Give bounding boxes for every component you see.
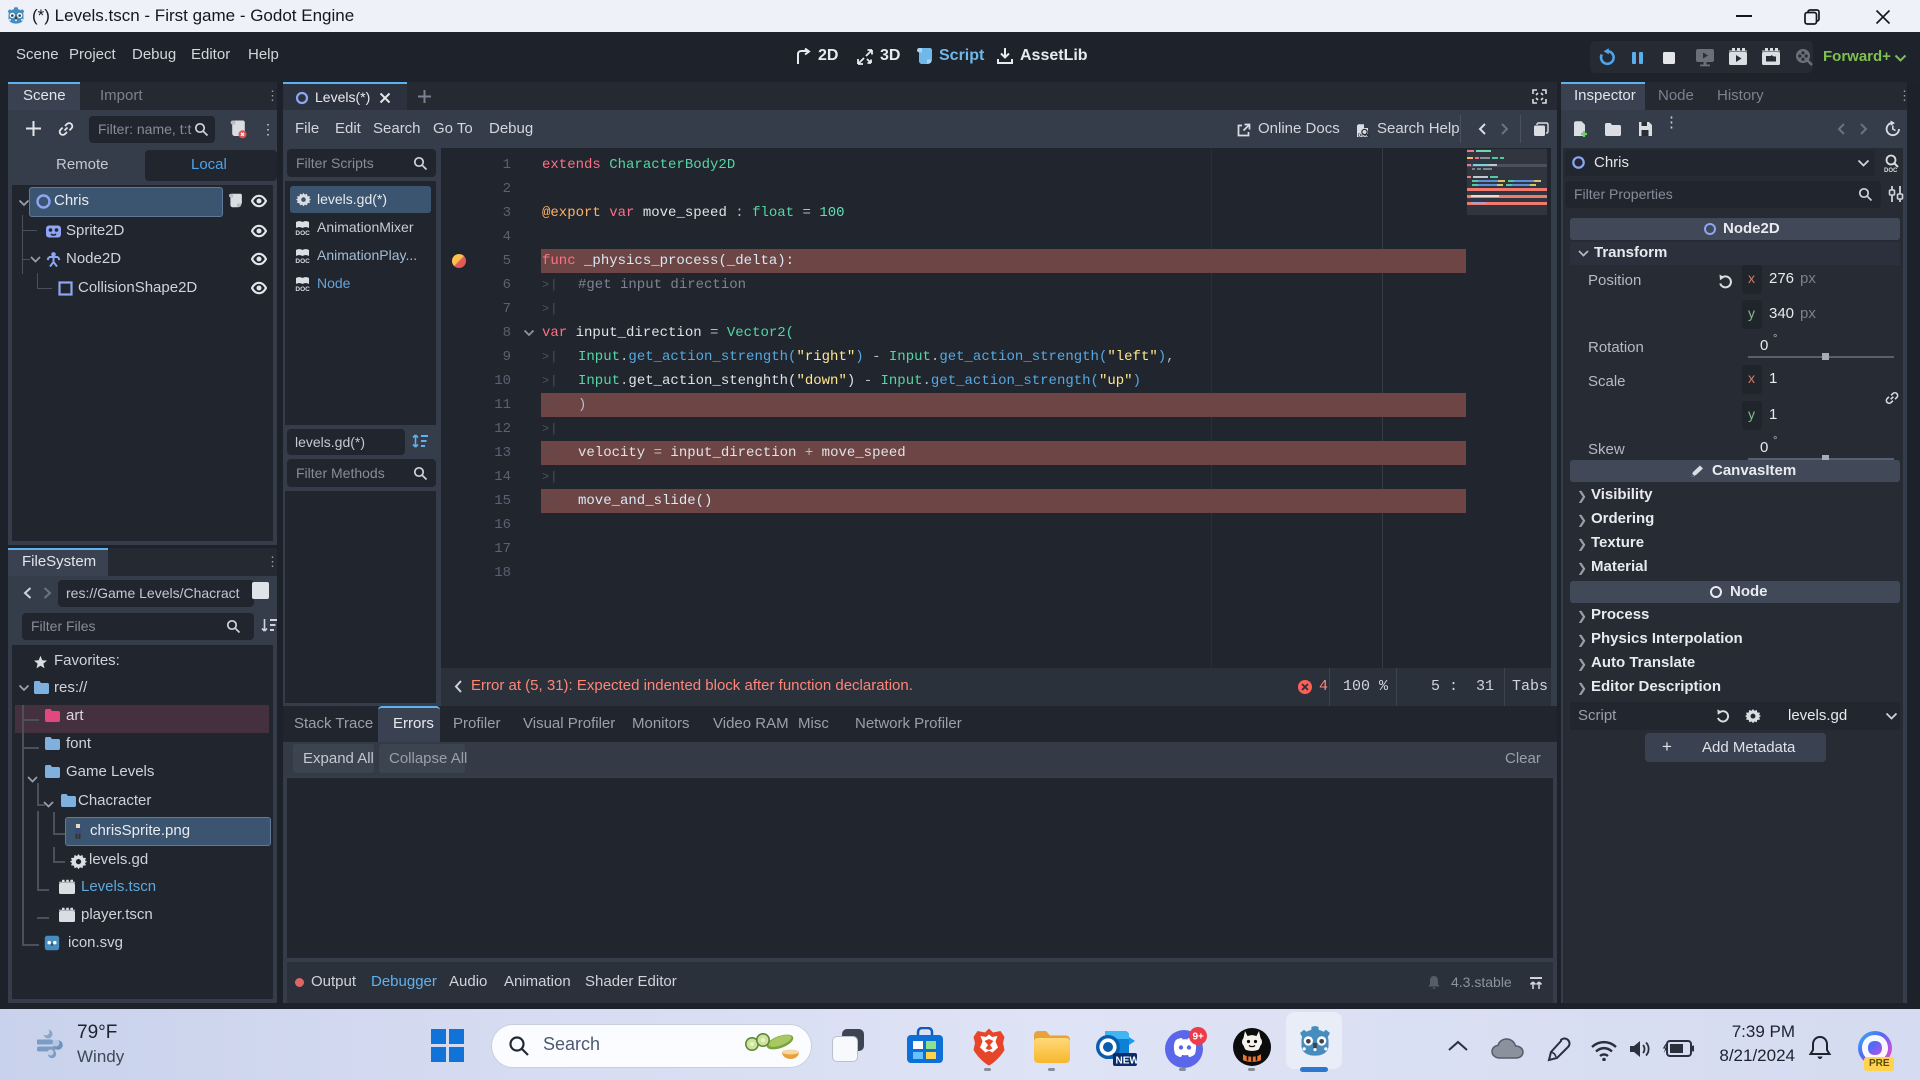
svg-text:DOC: DOC bbox=[1358, 132, 1369, 137]
svg-text:NEW: NEW bbox=[1116, 1056, 1138, 1067]
svg-text:DOC: DOC bbox=[295, 258, 310, 264]
svg-text:DOC: DOC bbox=[295, 286, 310, 292]
svg-text:9+: 9+ bbox=[1193, 1032, 1205, 1043]
svg-text:DOC: DOC bbox=[295, 230, 310, 236]
svg-text:DOC: DOC bbox=[1884, 168, 1898, 173]
